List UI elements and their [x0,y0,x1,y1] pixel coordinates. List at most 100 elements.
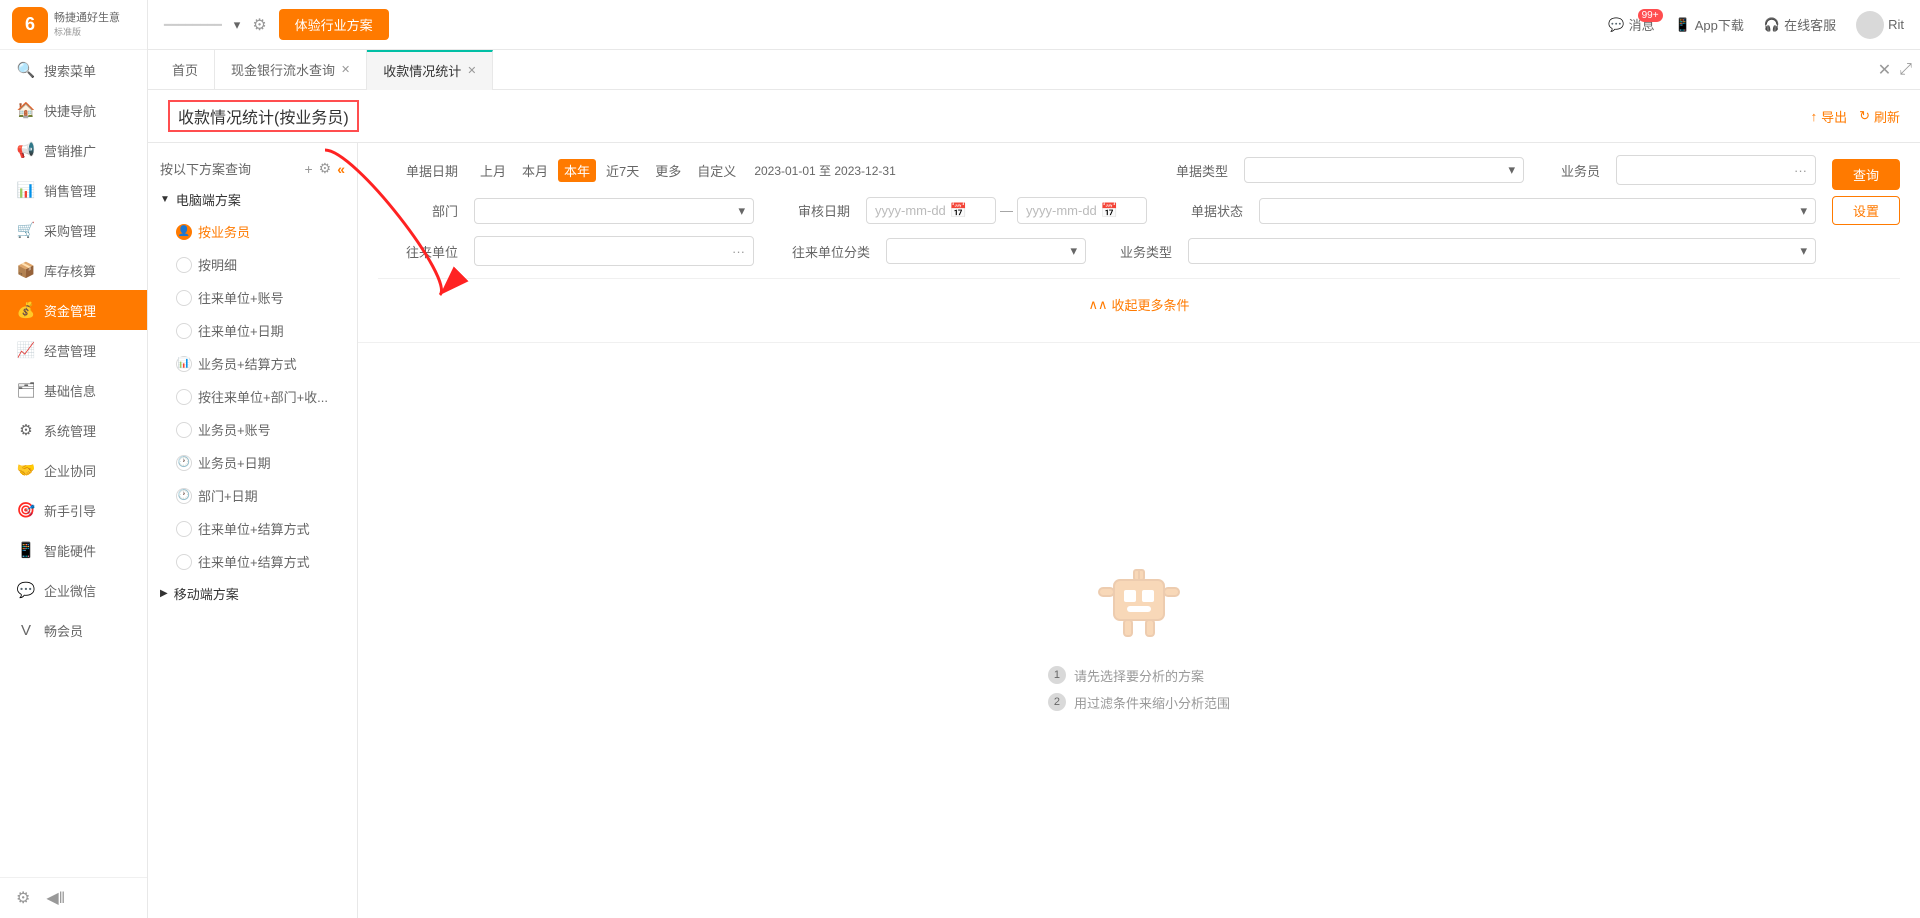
search-icon: 🔍 [16,60,36,80]
sidebar-logo: 6 畅捷通好生意 标准版 [0,0,147,50]
scheme-group-desktop-title[interactable]: ▼ 电脑端方案 [148,184,357,215]
sidebar-item-system[interactable]: ⚙ 系统管理 [0,410,147,450]
scheme-clock-icon-2: 🕐 [176,488,192,504]
sidebar-item-enterprise[interactable]: 🤝 企业协同 [0,450,147,490]
tip-num-1: 1 [1048,666,1066,684]
tab-collection[interactable]: 收款情况统计 ✕ [367,50,493,90]
operation-icon: 📈 [16,340,36,360]
tab-collection-close[interactable]: ✕ [467,64,476,77]
scheme-table-icon-2: ⊟ [176,323,192,339]
scheme-item-counterpart-date[interactable]: ⊟ 往来单位+日期 [148,314,357,347]
salesperson-dots[interactable]: ··· [1794,163,1807,178]
sidebar-item-hardware[interactable]: 📱 智能硬件 [0,530,147,570]
tab-home[interactable]: 首页 [156,50,215,90]
scheme-header-icons: + ⚙ « [304,160,345,177]
sidebar-item-quicknav[interactable]: 🏠 快捷导航 [0,90,147,130]
sidebar-item-sales[interactable]: 📊 销售管理 [0,170,147,210]
sidebar-item-guide[interactable]: 🎯 新手引导 [0,490,147,530]
doc-type-select[interactable]: ▾ [1244,157,1524,183]
date-tab-custom[interactable]: 自定义 [691,159,742,182]
header-right: 💬 消息 99+ 📱 App下载 🎧 在线客服 Rit [1608,11,1904,39]
date-tab-7days[interactable]: 近7天 [600,159,645,182]
right-panel: 单据日期 上月 本月 本年 近7天 更多 自定义 [358,143,1920,918]
scheme-item-salesperson-account[interactable]: ⊟ 业务员+账号 [148,413,357,446]
scheme-item-salesperson-settlement[interactable]: 📊 业务员+结算方式 [148,347,357,380]
date-tab-this-year[interactable]: 本年 [558,159,596,182]
tab-bar-actions: ✕ ⤢ [1878,60,1912,80]
query-button[interactable]: 查询 [1832,159,1900,190]
counterpart-dots[interactable]: ··· [732,244,745,259]
scheme-item-counterpart-dept[interactable]: ⊟ 按往来单位+部门+收... [148,380,357,413]
refresh-button[interactable]: ↻ 刷新 [1859,107,1900,126]
dept-chevron-icon: ▾ [738,203,745,219]
counterpart-input[interactable]: ··· [474,236,754,266]
scheme-header: 按以下方案查询 + ⚙ « [148,153,357,184]
settings-button[interactable]: 设置 [1832,196,1900,225]
scheme-add-icon[interactable]: + [304,161,312,177]
scheme-item-counterpart-settlement2[interactable]: ⊟ 往来单位+结算方式 [148,545,357,578]
scheme-item-salesperson-date[interactable]: 🕐 业务员+日期 [148,446,357,479]
export-button[interactable]: ↑ 导出 [1811,107,1848,126]
page-title: 收款情况统计(按业务员) [168,100,359,132]
tab-bank[interactable]: 现金银行流水查询 ✕ [215,50,367,90]
date-tab-last-month[interactable]: 上月 [474,159,512,182]
query-buttons: 查询 设置 [1832,159,1900,225]
sidebar-item-inventory[interactable]: 📦 库存核算 [0,250,147,290]
sidebar-item-wechat[interactable]: 💬 企业微信 [0,570,147,610]
trial-button[interactable]: 体验行业方案 [279,9,389,40]
user-avatar-area[interactable]: Rit [1856,11,1904,39]
filter-row-date: 单据日期 上月 本月 本年 近7天 更多 自定义 [378,155,1816,185]
tab-bank-close[interactable]: ✕ [341,63,350,76]
doc-status-select[interactable]: ▾ [1259,198,1816,224]
biz-type-select[interactable]: ▾ [1188,238,1816,264]
home-icon: 🏠 [16,100,36,120]
finance-icon: 💰 [16,300,36,320]
notification-badge: 99+ [1638,9,1663,22]
dept-select[interactable]: ▾ [474,198,754,224]
logo-badge: 标准版 [54,25,120,38]
scheme-person-icon: 👤 [176,224,192,240]
salesperson-input[interactable]: ··· [1616,155,1816,185]
date-filter-content: 上月 本月 本年 近7天 更多 自定义 2023-01-01 至 2023-12… [474,159,1132,182]
notification-btn[interactable]: 💬 消息 99+ [1608,15,1654,34]
scheme-settings-icon[interactable]: ⚙ [319,160,332,177]
online-service-btn[interactable]: 🎧 在线客服 [1764,15,1836,34]
sidebar-item-operation[interactable]: 📈 经营管理 [0,330,147,370]
sidebar-item-finance[interactable]: 💰 资金管理 [0,290,147,330]
review-date-start[interactable]: yyyy-mm-dd 📅 [866,197,996,224]
sidebar-footer: ⚙ ◀‖ [0,877,147,918]
sidebar-item-member[interactable]: V 畅会员 [0,610,147,650]
sidebar-item-search[interactable]: 🔍 搜索菜单 [0,50,147,90]
header-dropdown[interactable]: ▾ [234,17,241,33]
empty-tip-2: 2 用过滤条件来缩小分析范围 [1048,693,1230,712]
footer-collapse-icon[interactable]: ◀‖ [46,888,65,908]
tab-close-all-icon[interactable]: ✕ [1878,60,1891,80]
tab-expand-icon[interactable]: ⤢ [1899,61,1912,79]
collapse-button[interactable]: ∧∧ 收起更多条件 [1080,287,1197,322]
date-tab-more[interactable]: 更多 [649,159,687,182]
scheme-group-mobile-title[interactable]: ▶ 移动端方案 [148,578,357,609]
scheme-item-by-detail[interactable]: ⊞ 按明细 [148,248,357,281]
app-download-btn[interactable]: 📱 App下载 [1675,15,1744,34]
scheme-item-counterpart-account[interactable]: ⊟ 往来单位+账号 [148,281,357,314]
review-date-end[interactable]: yyyy-mm-dd 📅 [1017,197,1147,224]
sidebar-item-marketing[interactable]: 📢 营销推广 [0,130,147,170]
scheme-item-dept-date[interactable]: 🕐 部门+日期 [148,479,357,512]
chevron-right-icon: ▶ [160,588,168,599]
date-tab-this-month[interactable]: 本月 [516,159,554,182]
hardware-icon: 📱 [16,540,36,560]
tip-num-2: 2 [1048,693,1066,711]
footer-settings-icon[interactable]: ⚙ [16,888,30,908]
header-gear-icon[interactable]: ⚙ [252,15,266,35]
scheme-item-by-salesperson[interactable]: 👤 按业务员 [148,215,357,248]
sidebar-item-purchase[interactable]: 🛒 采购管理 [0,210,147,250]
sidebar-item-basic[interactable]: 🗂 基础信息 [0,370,147,410]
inventory-icon: 📦 [16,260,36,280]
counterpart-category-select[interactable]: ▾ [886,238,1086,264]
service-icon: 🎧 [1764,17,1780,33]
scheme-item-counterpart-settlement1[interactable]: ⊞ 往来单位+结算方式 [148,512,357,545]
doc-status-label: 单据状态 [1163,201,1243,220]
scheme-table-icon-4: ⊟ [176,422,192,438]
sales-icon: 📊 [16,180,36,200]
scheme-collapse-icon[interactable]: « [337,161,345,177]
